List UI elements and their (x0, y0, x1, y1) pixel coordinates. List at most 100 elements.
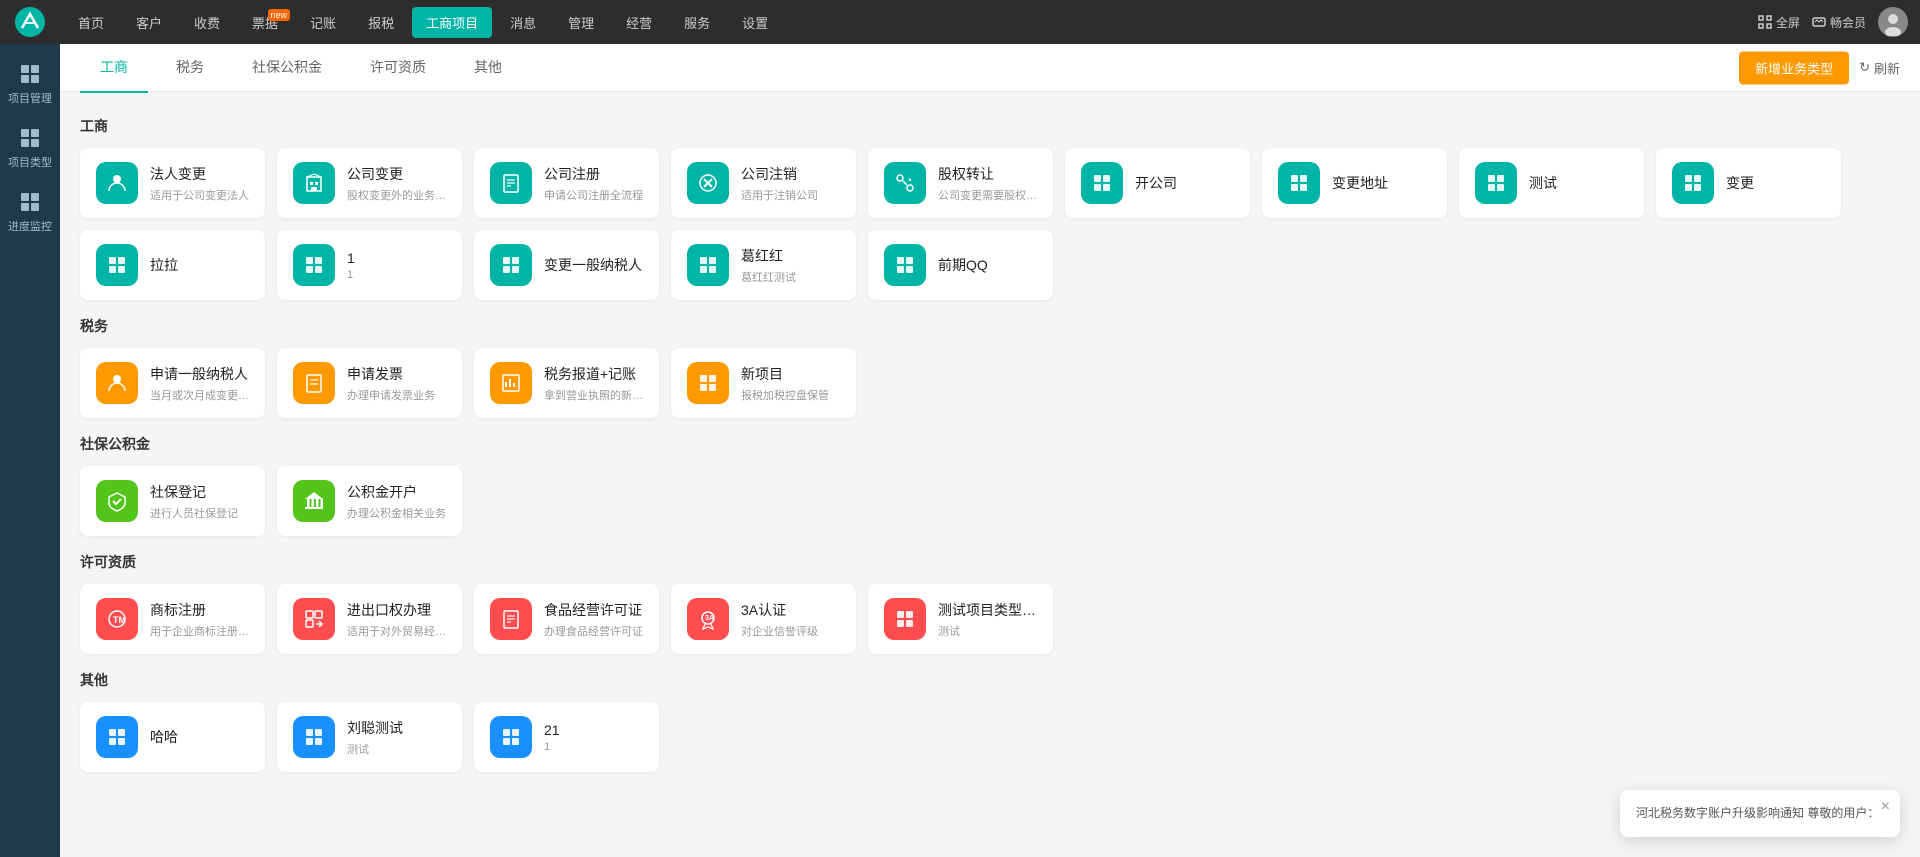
cards-grid-xuke: TM 商标注册 用于企业商标注册服务 进出口权办理 适用于对外贸易经营者 食品经… (80, 584, 1900, 654)
card-icon-gongshang-4 (884, 162, 926, 204)
card-other-0[interactable]: 哈哈 (80, 702, 265, 772)
card-shuiwu-2[interactable]: 税务报道+记账 拿到营业执照的新公司 (474, 348, 659, 418)
card-info-gongshang-10: 1 1 (347, 250, 446, 281)
sidebar-item-project-manage[interactable]: 项目管理 (0, 52, 60, 116)
card-gongshang-5[interactable]: 开公司 (1065, 148, 1250, 218)
card-name-gongshang-9: 拉拉 (150, 255, 249, 275)
card-gongshang-10[interactable]: 1 1 (277, 230, 462, 300)
notification-popup: × 河北税务数字账户升级影响通知 尊敬的用户： (1620, 790, 1900, 837)
card-gongshang-9[interactable]: 拉拉 (80, 230, 265, 300)
card-name-gongshang-4: 股权转让 (938, 164, 1037, 184)
card-name-gongshang-8: 变更 (1726, 173, 1825, 193)
card-icon-shuiwu-2 (490, 362, 532, 404)
project-type-icon (18, 126, 42, 150)
card-info-gongshang-0: 法人变更 适用于公司变更法人 (150, 164, 249, 203)
sidebar-label-project-type: 项目类型 (8, 154, 52, 170)
card-gongshang-8[interactable]: 变更 (1656, 148, 1841, 218)
cards-grid-gongshang: 法人变更 适用于公司变更法人 公司变更 股权变更外的业务变更 公司注册 申请公司… (80, 148, 1900, 300)
card-desc-gongshang-3: 适用于注销公司 (741, 187, 840, 203)
card-xuke-2[interactable]: 食品经营许可证 办理食品经营许可证 (474, 584, 659, 654)
nav-item-ticket[interactable]: 票据new (238, 7, 292, 38)
card-desc-gongshang-2: 申请公司注册全流程 (544, 187, 643, 203)
section-shebao: 社保公积金 社保登记 进行人员社保登记 公积金开户 办理公积金相关业务 (80, 434, 1900, 536)
nav-item-operation[interactable]: 经营 (612, 7, 666, 38)
card-desc-shebao-0: 进行人员社保登记 (150, 505, 249, 521)
card-icon-gongshang-10 (293, 244, 335, 286)
logo[interactable] (12, 4, 48, 40)
nav-item-manage[interactable]: 管理 (554, 7, 608, 38)
card-shuiwu-1[interactable]: 申请发票 办理申请发票业务 (277, 348, 462, 418)
card-icon-other-0 (96, 716, 138, 758)
card-gongshang-11[interactable]: 变更一般纳税人 (474, 230, 659, 300)
sub-tab-other[interactable]: 其他 (454, 43, 522, 93)
nav-item-settings[interactable]: 设置 (728, 7, 782, 38)
sub-tab-gongshang[interactable]: 工商 (80, 43, 148, 93)
card-name-gongshang-3: 公司注销 (741, 164, 840, 184)
nav-item-tax[interactable]: 报税 (354, 7, 408, 38)
sub-tabs: 工商税务社保公积金许可资质其他 新增业务类型 ↻ 刷新 (60, 44, 1920, 92)
card-icon-gongshang-3 (687, 162, 729, 204)
card-shuiwu-0[interactable]: 申请一般纳税人 当月或次月成变更完成 (80, 348, 265, 418)
refresh-button[interactable]: ↻ 刷新 (1859, 58, 1900, 77)
refresh-icon: ↻ (1859, 60, 1870, 76)
nav-item-fee[interactable]: 收费 (180, 7, 234, 38)
vip-button[interactable]: 畅会员 (1812, 14, 1866, 31)
sidebar-item-progress[interactable]: 进度监控 (0, 180, 60, 244)
card-gongshang-6[interactable]: 变更地址 (1262, 148, 1447, 218)
card-icon-gongshang-6 (1278, 162, 1320, 204)
card-icon-xuke-2 (490, 598, 532, 640)
fullscreen-button[interactable]: 全屏 (1758, 14, 1800, 31)
card-desc-other-2: 1 (544, 741, 643, 753)
cards-grid-other: 哈哈 刘聪测试 测试 21 1 (80, 702, 1900, 772)
nav-item-message[interactable]: 消息 (496, 7, 550, 38)
nav-item-customer[interactable]: 客户 (122, 7, 176, 38)
card-desc-shuiwu-2: 拿到营业执照的新公司 (544, 387, 643, 403)
card-name-xuke-1: 进出口权办理 (347, 600, 446, 620)
card-icon-gongshang-1 (293, 162, 335, 204)
card-info-shuiwu-3: 新项目 报税加税控盘保管 (741, 364, 840, 403)
new-type-button[interactable]: 新增业务类型 (1739, 51, 1849, 84)
card-name-other-1: 刘聪测试 (347, 718, 446, 738)
sub-tab-shebao[interactable]: 社保公积金 (232, 43, 342, 93)
content-area: 工商 法人变更 适用于公司变更法人 公司变更 股权变更外的业务变更 公司注册 (60, 92, 1920, 804)
notification-text: 河北税务数字账户升级影响通知 尊敬的用户： (1636, 804, 1884, 823)
card-info-gongshang-5: 开公司 (1135, 173, 1234, 193)
card-info-gongshang-8: 变更 (1726, 173, 1825, 193)
card-name-gongshang-10: 1 (347, 250, 446, 266)
card-desc-other-1: 测试 (347, 741, 446, 757)
card-name-xuke-3: 3A认证 (741, 600, 840, 620)
card-gongshang-4[interactable]: 股权转让 公司变更需要股权转让 (868, 148, 1053, 218)
card-shuiwu-3[interactable]: 新项目 报税加税控盘保管 (671, 348, 856, 418)
notification-close-button[interactable]: × (1881, 798, 1890, 816)
section-title-shuiwu: 税务 (80, 316, 1900, 336)
card-gongshang-12[interactable]: 葛红红 葛红红测试 (671, 230, 856, 300)
nav-item-home[interactable]: 首页 (64, 7, 118, 38)
card-xuke-1[interactable]: 进出口权办理 适用于对外贸易经营者 (277, 584, 462, 654)
card-gongshang-2[interactable]: 公司注册 申请公司注册全流程 (474, 148, 659, 218)
card-desc-shuiwu-0: 当月或次月成变更完成 (150, 387, 249, 403)
sidebar-item-project-type[interactable]: 项目类型 (0, 116, 60, 180)
card-info-xuke-0: 商标注册 用于企业商标注册服务 (150, 600, 249, 639)
nav-item-business[interactable]: 工商项目 (412, 7, 492, 38)
nav-item-accounting[interactable]: 记账 (296, 7, 350, 38)
card-gongshang-0[interactable]: 法人变更 适用于公司变更法人 (80, 148, 265, 218)
card-name-gongshang-6: 变更地址 (1332, 173, 1431, 193)
card-desc-xuke-2: 办理食品经营许可证 (544, 623, 643, 639)
card-other-2[interactable]: 21 1 (474, 702, 659, 772)
sub-tab-shuiwu[interactable]: 税务 (156, 43, 224, 93)
card-gongshang-7[interactable]: 测试 (1459, 148, 1644, 218)
card-xuke-4[interactable]: 测试项目类型自定义 测试 (868, 584, 1053, 654)
card-shebao-0[interactable]: 社保登记 进行人员社保登记 (80, 466, 265, 536)
card-info-gongshang-12: 葛红红 葛红红测试 (741, 246, 840, 285)
nav-right: 全屏 畅会员 (1758, 7, 1908, 37)
card-other-1[interactable]: 刘聪测试 测试 (277, 702, 462, 772)
card-xuke-3[interactable]: 3A 3A认证 对企业信誉评级 (671, 584, 856, 654)
sub-tab-xuke[interactable]: 许可资质 (350, 43, 446, 93)
card-shebao-1[interactable]: 公积金开户 办理公积金相关业务 (277, 466, 462, 536)
card-gongshang-3[interactable]: 公司注销 适用于注销公司 (671, 148, 856, 218)
card-xuke-0[interactable]: TM 商标注册 用于企业商标注册服务 (80, 584, 265, 654)
nav-item-service[interactable]: 服务 (670, 7, 724, 38)
card-gongshang-13[interactable]: 前期QQ (868, 230, 1053, 300)
card-gongshang-1[interactable]: 公司变更 股权变更外的业务变更 (277, 148, 462, 218)
avatar[interactable] (1878, 7, 1908, 37)
